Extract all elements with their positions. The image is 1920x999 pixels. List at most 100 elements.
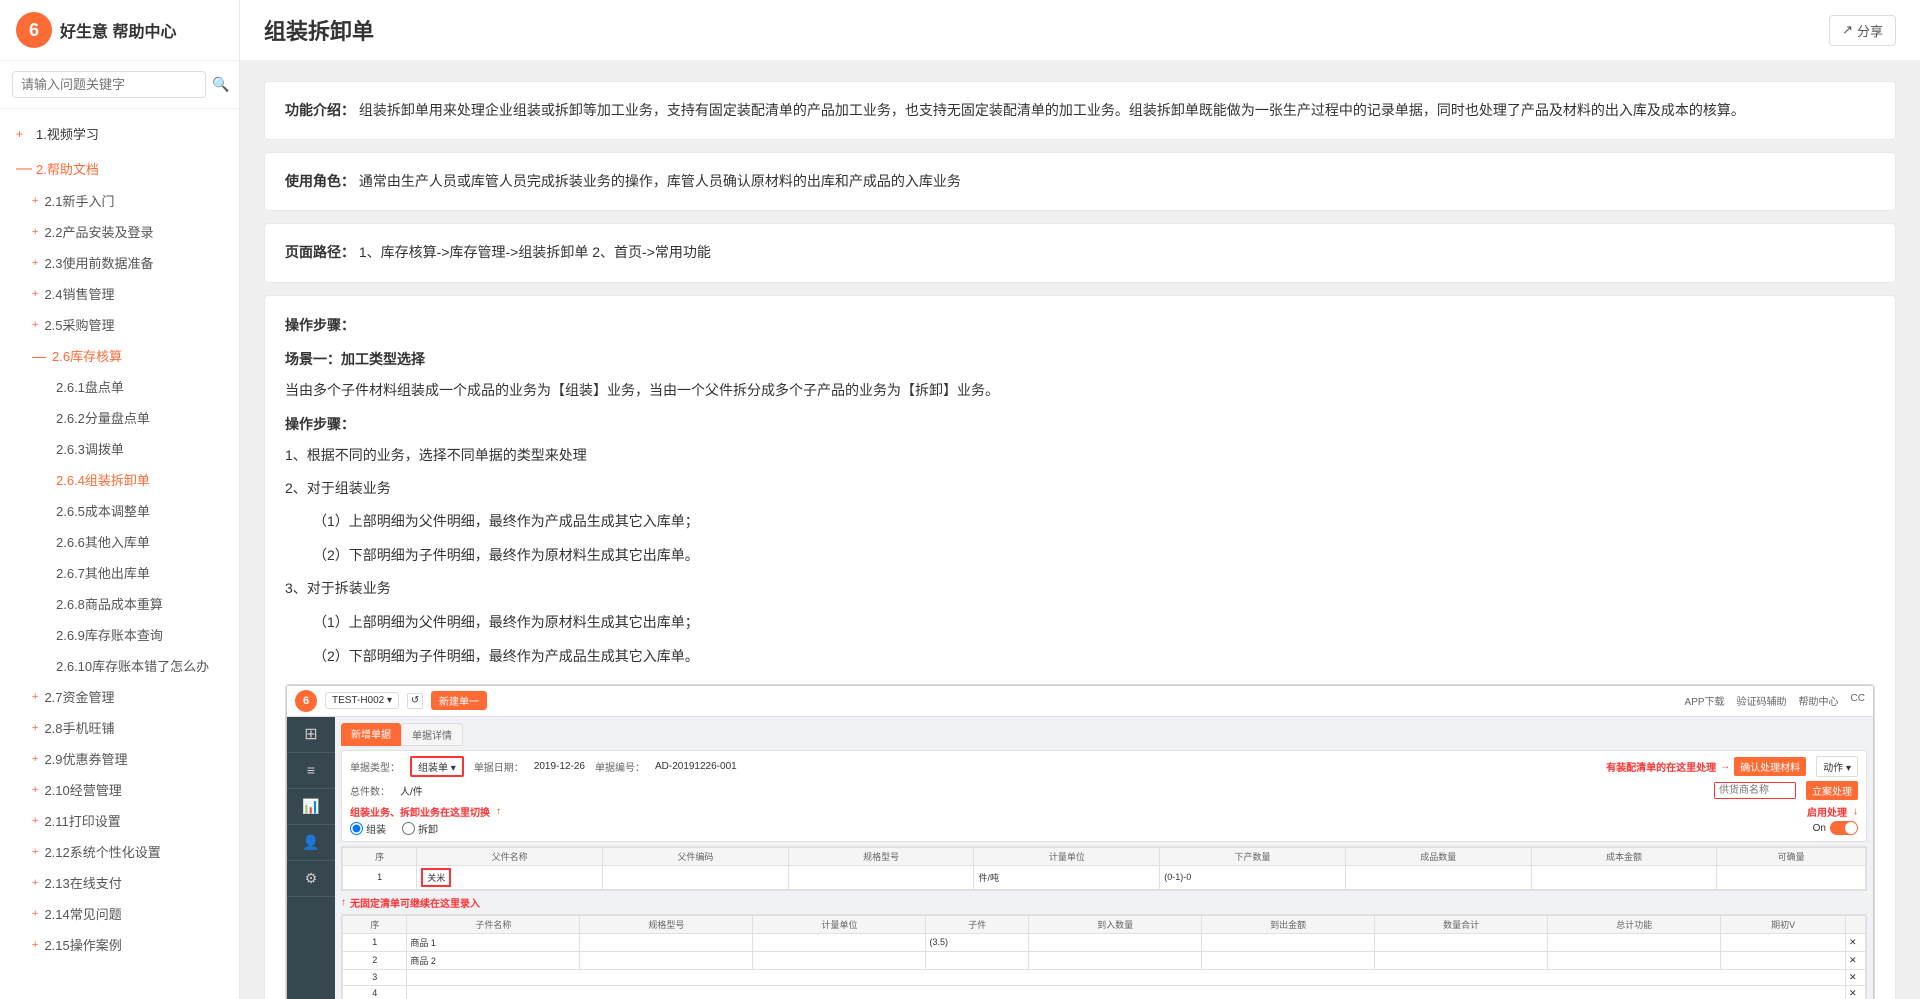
sidebar-item-faq[interactable]: + 2.14常见问题 [0,898,239,929]
sidebar-item-sales[interactable]: + 2.4销售管理 [0,278,239,309]
mock-upper-td-confirm [1717,865,1866,889]
mock-upper-td-unit: 件/吨 [974,865,1160,889]
sidebar-item-cost-calc[interactable]: 2.6.8商品成本重算 [20,588,239,619]
search-box: 🔍 [0,61,239,109]
mock-supplier-field [1714,782,1796,799]
sidebar-item-cost-adjust[interactable]: 2.6.5成本调整单 [20,495,239,526]
mock-lower-td3-empty [407,969,1846,985]
mock-upper-tbody: 1 关米 件/吨 (0-1)-0 [343,865,1866,889]
sidebar-item-inventory[interactable]: — 2.6库存核算 [0,340,239,371]
sidebar-item-docs[interactable]: — 2.帮助文档 [0,152,239,185]
ops-steps-label: 操作步骤： [285,317,355,333]
sidebar-item-mobile[interactable]: + 2.8手机旺铺 [0,712,239,743]
sidebar-item-custom[interactable]: + 2.12系统个性化设置 [0,836,239,867]
mock-company-selector: TEST-H002 ▾ [325,692,399,709]
mock-lower-row1: 1 商品 1 (3.5) [343,933,1866,951]
sidebar-item-inventory-check[interactable]: 2.6.1盘点单 [20,371,239,402]
mock-parent-name-input-box[interactable]: 关米 [421,868,451,887]
mock-lower-td3-seq: 3 [343,969,407,985]
search-input[interactable] [12,71,206,98]
mock-upper-td-name: 关米 [417,865,603,889]
breadcrumb-label: 页面路径： [285,244,355,260]
mock-radio-assembly-input[interactable] [350,822,363,835]
expand-icon: + [32,319,38,331]
mock-lower-td4-seq: 4 [343,985,407,999]
mock-lower-td4-empty [407,985,1846,999]
mock-supplier-input[interactable] [1715,783,1795,798]
search-button[interactable]: 🔍 [212,76,229,93]
mock-annotation-area1: 有装配清单的在这里处理 → 确认处理材料 [1606,757,1806,776]
sidebar-item-coupon[interactable]: + 2.9优惠券管理 [0,743,239,774]
mock-lower-td1-child: (3.5) [926,933,1029,951]
mock-process-btn[interactable]: 立案处理 [1806,781,1858,800]
mock-confirm-btn[interactable]: 确认处理材料 [1734,757,1806,776]
mock-lower-th-init: 期初V [1721,915,1846,933]
mock-date-label: 单据日期： [474,759,524,774]
sidebar-item-inventory-split[interactable]: 2.6.2分量盘点单 [20,402,239,433]
mock-topbar: 6 TEST-H002 ▾ ↺ 新建单一 APP下载 验证码辅助 帮助中心 CC [287,686,1873,717]
mock-lower-td1-total-qty [1375,933,1548,951]
mock-callout4-text: 无固定清单可继续在这里录入 [350,895,480,910]
mock-lower-td1-out [1202,933,1375,951]
mock-th-unit: 计量单位 [974,847,1160,865]
sidebar-item-purchase[interactable]: + 2.5采购管理 [0,309,239,340]
main-header: 组装拆卸单 ↗ 分享 [240,0,1920,61]
expand-icon: + [32,753,38,765]
sidebar-item-cases[interactable]: + 2.15操作案例 [0,929,239,960]
expand-icon: + [32,691,38,703]
mock-radio-disassembly[interactable]: 拆卸 [402,821,438,836]
expand-icon: + [32,877,38,889]
mock-lower-th-total-qty: 数量合计 [1375,915,1548,933]
mock-verify: 验证码辅助 [1737,693,1787,708]
nav-section-video: + 1.视频学习 [0,117,239,150]
mock-new-btn[interactable]: 新建单一 [431,691,487,710]
mock-lower-td2-total-qty [1375,951,1548,969]
mock-upper-thead: 序 父件名称 父件编码 规格型号 计量单位 下产数量 成品数量 [343,847,1866,865]
expand-icon: + [32,288,38,300]
app-title: 好生意 帮助中心 [60,18,176,42]
expand-icon: + [32,722,38,734]
mock-toggle-switch[interactable] [1830,821,1858,835]
sidebar-item-assembly[interactable]: 2.6.4组装拆卸单 [20,464,239,495]
mock-callout2-text: 组装业务、拆卸业务在这里切换 [350,804,490,819]
share-icon: ↗ [1842,22,1853,38]
sidebar-item-video[interactable]: + 1.视频学习 [0,117,239,150]
sidebar-item-newcomer[interactable]: + 2.1新手入门 [0,185,239,216]
share-button[interactable]: ↗ 分享 [1829,15,1896,46]
mock-th-parent-name: 父件名称 [417,847,603,865]
mock-lower-td3-actions: ✕ [1846,969,1866,985]
mock-lower-td2-init [1721,951,1846,969]
mock-tab-detail[interactable]: 单据详情 [401,723,463,746]
mock-lower-th-actions [1846,915,1866,933]
sidebar-item-other-in[interactable]: 2.6.6其他入库单 [20,526,239,557]
mock-logo: 6 [295,690,317,712]
step3-sub2: （2）下部明细为子件明细，最终作为产成品生成其它入库单。 [313,642,1875,670]
mock-callout3-text: 启用处理 [1807,804,1847,819]
sidebar-item-inventory-adjust[interactable]: 2.6.3调拨单 [20,433,239,464]
mock-type-dropdown[interactable]: 组装单 ▾ [410,756,464,777]
sidebar-item-data-prep[interactable]: + 2.3使用前数据准备 [0,247,239,278]
sidebar-item-stock-query[interactable]: 2.6.9库存账本查询 [20,619,239,650]
sidebar-item-payment[interactable]: + 2.13在线支付 [0,867,239,898]
sidebar-item-other-out[interactable]: 2.6.7其他出库单 [20,557,239,588]
mock-upper-td-spec [788,865,974,889]
mock-lower-th-out-amt: 到出金额 [1202,915,1375,933]
expand-icon: + [32,908,38,920]
sidebar-item-ops[interactable]: + 2.10经营管理 [0,774,239,805]
sidebar-item-finance[interactable]: + 2.7资金管理 [0,681,239,712]
sidebar-item-stock-error[interactable]: 2.6.10库存账本错了怎么办 [20,650,239,681]
mock-lower-td2-in [1029,951,1202,969]
sidebar-nav: + 1.视频学习 — 2.帮助文档 + 2.1新手入门 + 2.2产品安装及登录 [0,109,239,999]
mock-th-down-qty: 下产数量 [1160,847,1346,865]
mock-lower-td2-total-fn [1548,951,1721,969]
mock-th-product-qty: 成品数量 [1345,847,1531,865]
mock-radio-assembly[interactable]: 组装 [350,821,386,836]
mock-radio-disassembly-input[interactable] [402,822,415,835]
sidebar-item-install[interactable]: + 2.2产品安装及登录 [0,216,239,247]
sidebar-item-print[interactable]: + 2.11打印设置 [0,805,239,836]
expand-icon: + [32,815,38,827]
mock-lower-table: 序 子件名称 规格型号 计量单位 子件 到入数量 到出金额 数量 [342,915,1866,999]
mock-upper-td-cost [1531,865,1717,889]
mock-tab-new[interactable]: 新增单据 [341,723,401,746]
mock-action-btn[interactable]: 动作 ▾ [1816,756,1858,777]
